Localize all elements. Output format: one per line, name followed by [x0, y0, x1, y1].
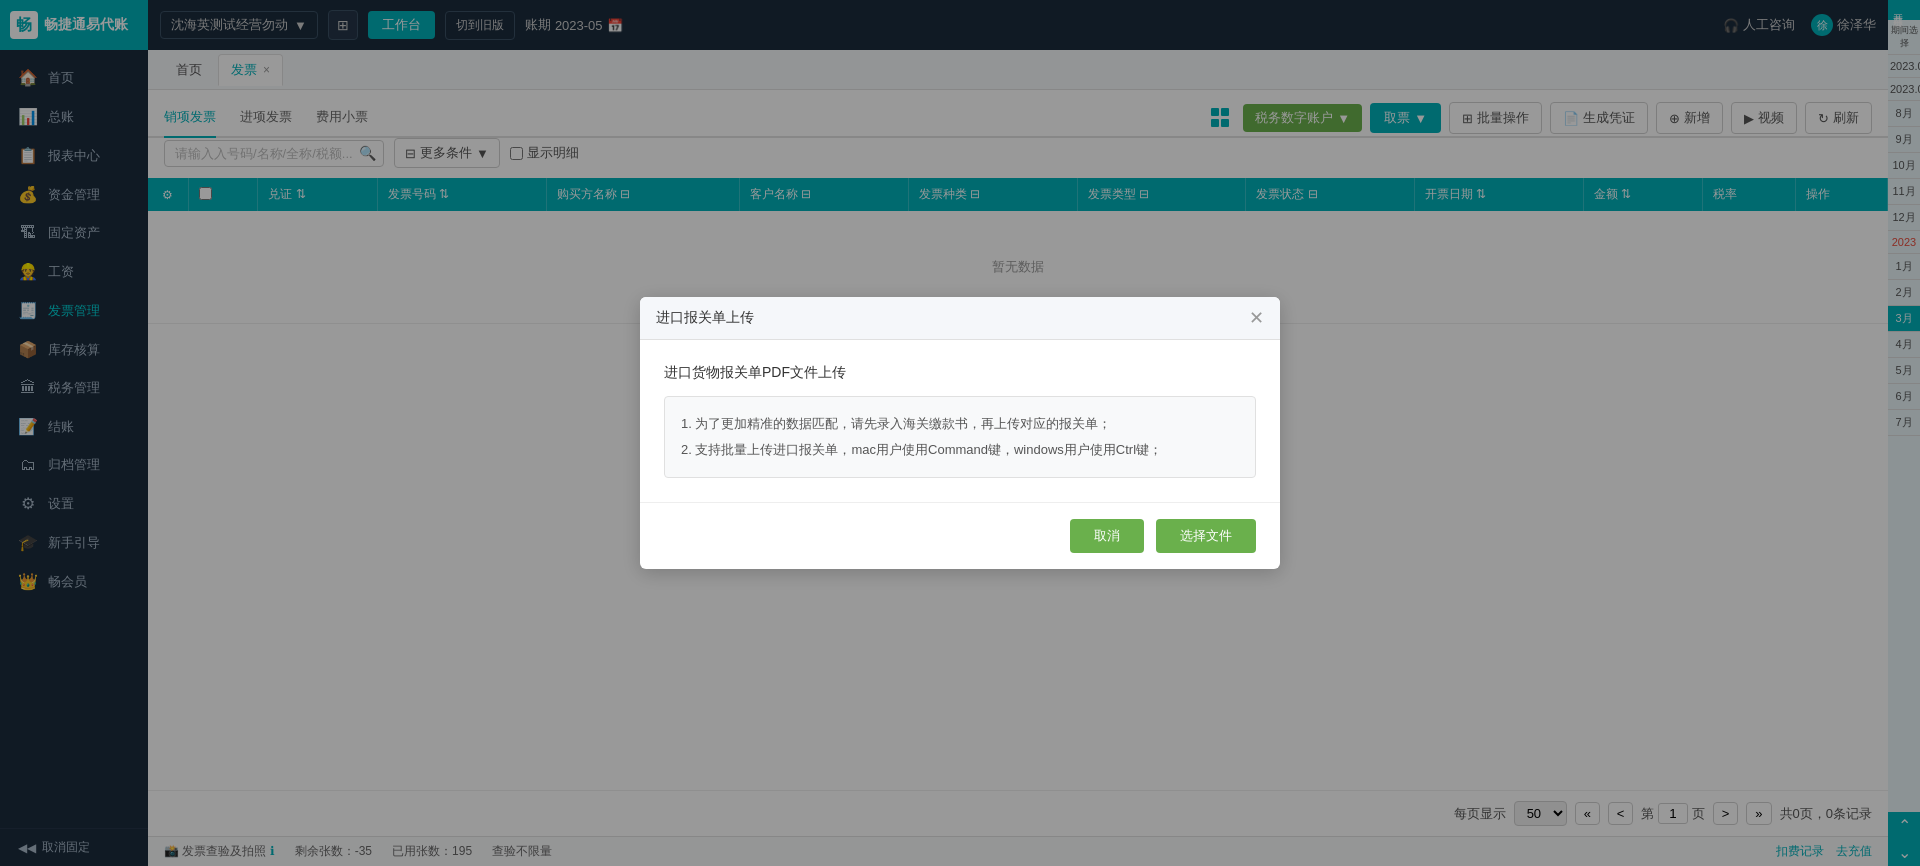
modal-header: 进口报关单上传 ✕ — [640, 297, 1280, 340]
modal-section-title: 进口货物报关单PDF文件上传 — [664, 364, 1256, 382]
modal-footer: 取消 选择文件 — [640, 502, 1280, 569]
modal-body: 进口货物报关单PDF文件上传 1. 为了更加精准的数据匹配，请先录入海关缴款书，… — [640, 340, 1280, 502]
modal-close-button[interactable]: ✕ — [1249, 309, 1264, 327]
modal-instruction-2: 2. 支持批量上传进口报关单，mac用户使用Command键，windows用户… — [681, 437, 1239, 463]
modal-info-box: 1. 为了更加精准的数据匹配，请先录入海关缴款书，再上传对应的报关单； 2. 支… — [664, 396, 1256, 478]
import-customs-modal: 进口报关单上传 ✕ 进口货物报关单PDF文件上传 1. 为了更加精准的数据匹配，… — [640, 297, 1280, 569]
modal-select-file-button[interactable]: 选择文件 — [1156, 519, 1256, 553]
modal-overlay[interactable]: 进口报关单上传 ✕ 进口货物报关单PDF文件上传 1. 为了更加精准的数据匹配，… — [0, 0, 1920, 866]
modal-title: 进口报关单上传 — [656, 309, 754, 327]
modal-cancel-button[interactable]: 取消 — [1070, 519, 1144, 553]
modal-instruction-1: 1. 为了更加精准的数据匹配，请先录入海关缴款书，再上传对应的报关单； — [681, 411, 1239, 437]
